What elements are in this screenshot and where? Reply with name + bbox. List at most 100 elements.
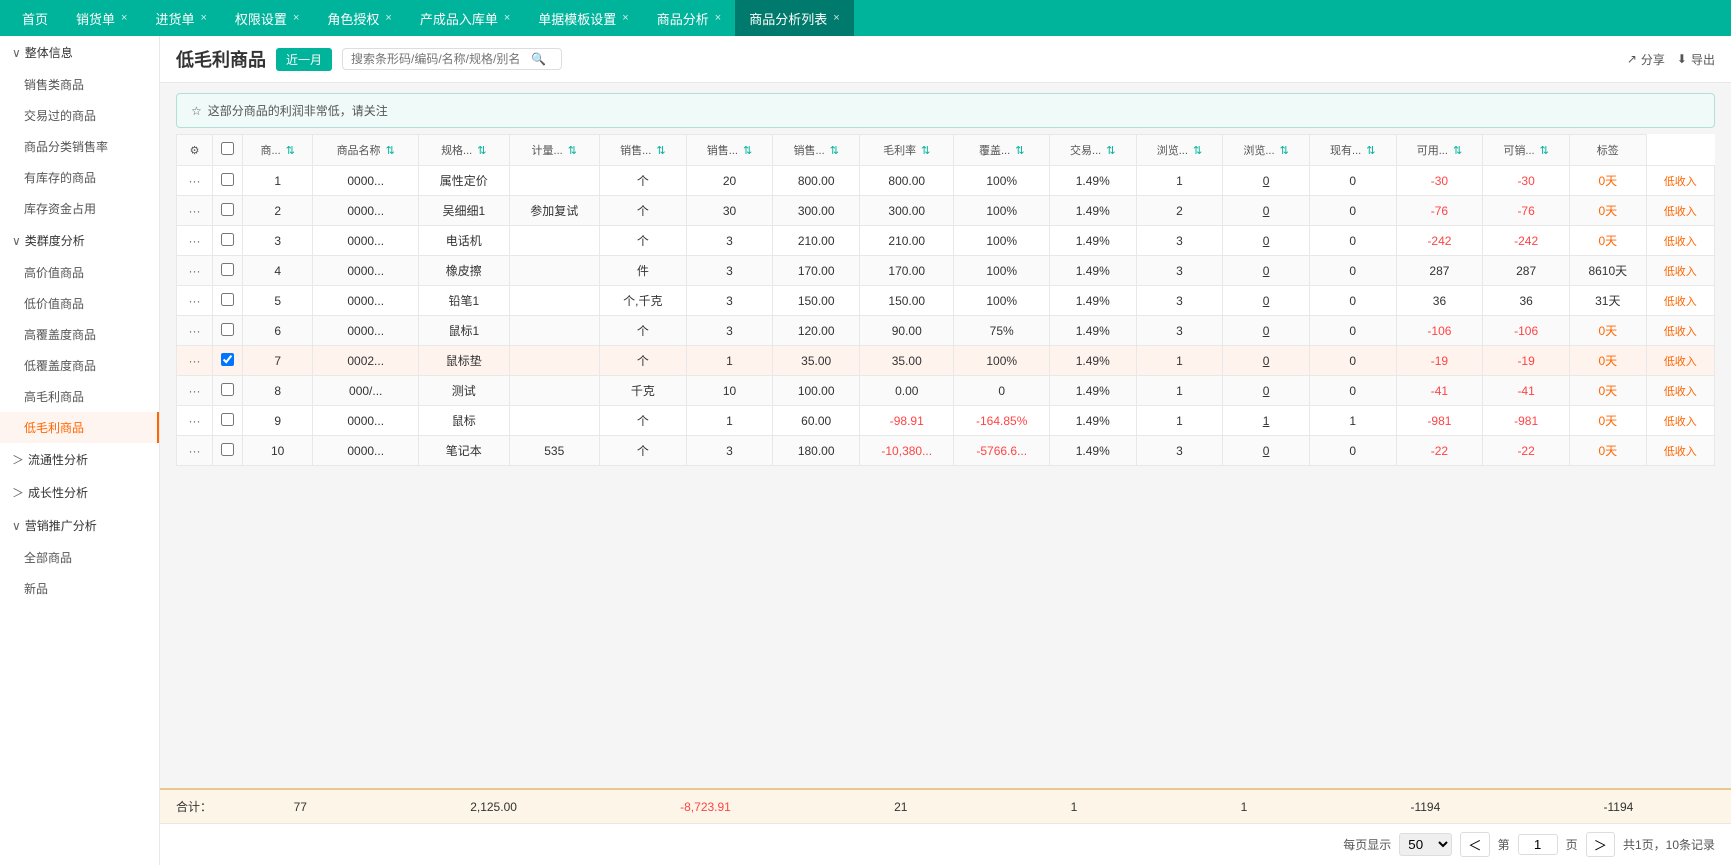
row-checkbox[interactable] [221,443,234,456]
sidebar-item-high-coverage[interactable]: 高覆盖度商品 [0,319,159,350]
col-sales-profit[interactable]: 销售... ⇅ [773,135,860,166]
close-icon[interactable]: × [200,12,206,24]
views1-link[interactable]: 0 [1263,384,1270,398]
col-views2[interactable]: 浏览... ⇅ [1223,135,1310,166]
cell-settings[interactable]: ··· [177,166,213,196]
cell-views1[interactable]: 0 [1223,196,1310,226]
close-icon[interactable]: × [715,12,721,24]
cell-settings[interactable]: ··· [177,406,213,436]
col-current-stock[interactable]: 现有... ⇅ [1309,135,1396,166]
cell-settings[interactable]: ··· [177,346,213,376]
sidebar-item-sales-goods[interactable]: 销售类商品 [0,69,159,100]
sidebar-item-low-coverage[interactable]: 低覆盖度商品 [0,350,159,381]
col-name[interactable]: 商品名称 ⇅ [313,135,419,166]
col-sales-qty[interactable]: 销售... ⇅ [600,135,687,166]
close-icon[interactable]: × [504,12,510,24]
cell-settings[interactable]: ··· [177,376,213,406]
sidebar-section-overall-title[interactable]: ∨ 整体信息 [0,36,159,69]
sidebar-section-cluster-title[interactable]: ∨ 类群度分析 [0,224,159,257]
nav-template-settings[interactable]: 单据模板设置 × [524,0,642,36]
row-checkbox[interactable] [221,413,234,426]
cell-checkbox[interactable] [213,316,243,346]
row-checkbox[interactable] [221,323,234,336]
views1-link[interactable]: 0 [1263,354,1270,368]
cell-views1[interactable]: 0 [1223,436,1310,466]
next-page-button[interactable]: ＞ [1586,832,1615,857]
cell-checkbox[interactable] [213,226,243,256]
sidebar-item-low-value[interactable]: 低价值商品 [0,288,159,319]
cell-settings[interactable]: ··· [177,226,213,256]
col-transactions[interactable]: 交易... ⇅ [1049,135,1136,166]
cell-checkbox[interactable] [213,376,243,406]
cell-views1[interactable]: 0 [1223,316,1310,346]
cell-settings[interactable]: ··· [177,436,213,466]
select-all-checkbox[interactable] [221,142,234,155]
cell-checkbox[interactable] [213,346,243,376]
search-input[interactable] [351,52,531,66]
sidebar-item-high-value[interactable]: 高价值商品 [0,257,159,288]
cell-settings[interactable]: ··· [177,316,213,346]
nav-product-analysis[interactable]: 商品分析 × [643,0,735,36]
cell-views1[interactable]: 0 [1223,286,1310,316]
close-icon[interactable]: × [833,12,839,24]
sidebar-item-traded-goods[interactable]: 交易过的商品 [0,100,159,131]
per-page-select[interactable]: 10 20 50 100 [1399,833,1452,856]
row-checkbox[interactable] [221,233,234,246]
views1-link[interactable]: 0 [1263,444,1270,458]
share-button[interactable]: ↗ 分享 [1627,51,1665,68]
views1-link[interactable]: 0 [1263,264,1270,278]
sidebar-item-low-margin[interactable]: 低毛利商品 [0,412,159,443]
sidebar-item-high-margin[interactable]: 高毛利商品 [0,381,159,412]
col-sales-price[interactable]: 销售... ⇅ [686,135,773,166]
sidebar-item-inventory-goods[interactable]: 有库存的商品 [0,162,159,193]
sidebar-item-category-rate[interactable]: 商品分类销售率 [0,131,159,162]
row-checkbox[interactable] [221,353,234,366]
cell-views1[interactable]: 0 [1223,376,1310,406]
cell-checkbox[interactable] [213,256,243,286]
cell-checkbox[interactable] [213,196,243,226]
nav-home[interactable]: 首页 [8,0,62,36]
nav-permission-settings[interactable]: 权限设置 × [221,0,313,36]
col-unit[interactable]: 计量... ⇅ [509,135,599,166]
cell-settings[interactable]: ··· [177,286,213,316]
row-checkbox[interactable] [221,173,234,186]
cell-checkbox[interactable] [213,166,243,196]
row-checkbox[interactable] [221,383,234,396]
cell-views1[interactable]: 1 [1223,406,1310,436]
col-spec[interactable]: 规格... ⇅ [419,135,509,166]
search-icon[interactable]: 🔍 [531,52,546,66]
sidebar-section-flow-title[interactable]: ＞ 流通性分析 [0,443,159,476]
sidebar-item-capital-usage[interactable]: 库存资金占用 [0,193,159,224]
cell-views1[interactable]: 0 [1223,346,1310,376]
nav-sales-order[interactable]: 销货单 × [62,0,141,36]
row-checkbox[interactable] [221,293,234,306]
cell-views1[interactable]: 0 [1223,166,1310,196]
col-checkbox[interactable] [213,135,243,166]
cell-views1[interactable]: 0 [1223,256,1310,286]
sidebar-item-all-goods[interactable]: 全部商品 [0,542,159,573]
prev-page-button[interactable]: ＜ [1460,832,1489,857]
col-views1[interactable]: 浏览... ⇅ [1136,135,1223,166]
row-checkbox[interactable] [221,263,234,276]
close-icon[interactable]: × [293,12,299,24]
export-button[interactable]: ⬇ 导出 [1677,51,1715,68]
views1-link[interactable]: 0 [1263,324,1270,338]
cell-checkbox[interactable] [213,406,243,436]
cell-checkbox[interactable] [213,286,243,316]
col-saleable-days[interactable]: 可销... ⇅ [1483,135,1570,166]
cell-settings[interactable]: ··· [177,196,213,226]
sidebar-section-growth-title[interactable]: ＞ 成长性分析 [0,476,159,509]
sidebar-item-new-goods[interactable]: 新品 [0,573,159,604]
close-icon[interactable]: × [622,12,628,24]
nav-product-inbound[interactable]: 产成品入库单 × [406,0,524,36]
col-gross-margin[interactable]: 毛利率 ⇅ [860,135,954,166]
views1-link[interactable]: 0 [1263,174,1270,188]
sidebar-section-marketing-title[interactable]: ∨ 营销推广分析 [0,509,159,542]
time-filter-button[interactable]: 近一月 [276,48,332,71]
views1-link[interactable]: 1 [1263,414,1270,428]
nav-role-auth[interactable]: 角色授权 × [313,0,405,36]
col-available-stock[interactable]: 可用... ⇅ [1396,135,1483,166]
nav-purchase-order[interactable]: 进货单 × [141,0,220,36]
nav-product-analysis-list[interactable]: 商品分析列表 × [735,0,853,36]
col-coverage[interactable]: 覆盖... ⇅ [954,135,1049,166]
